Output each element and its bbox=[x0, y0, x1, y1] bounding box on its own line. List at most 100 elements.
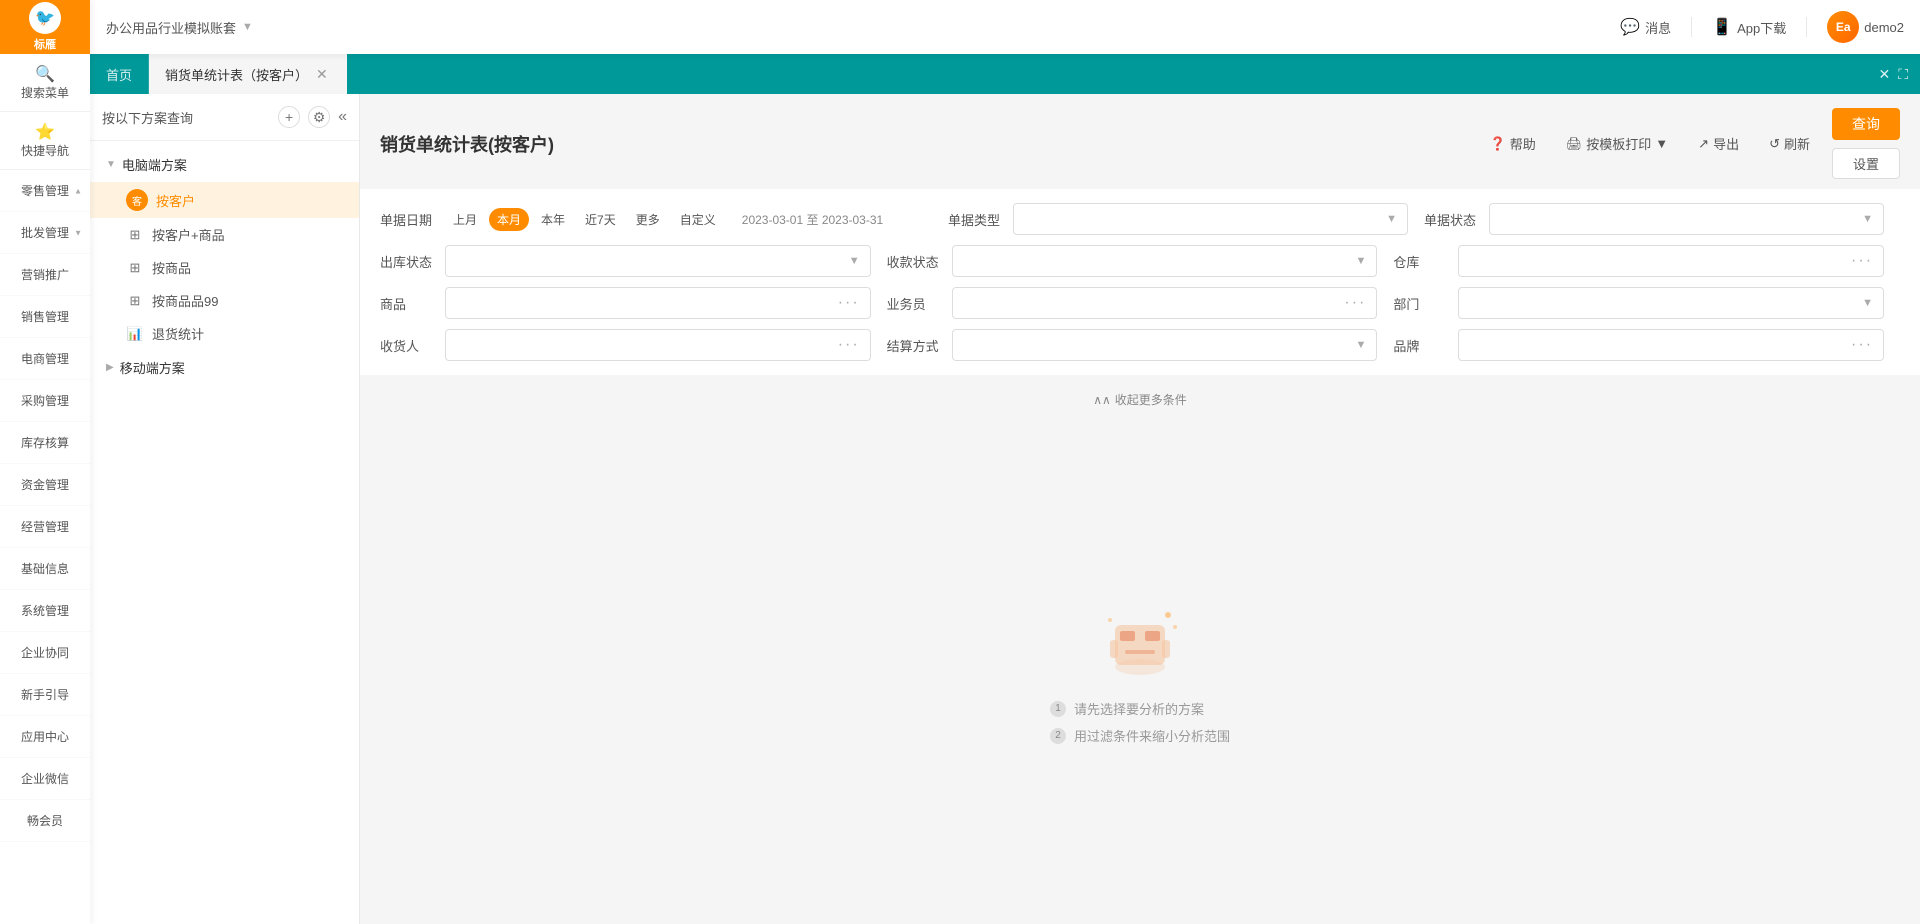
tab-fullscreen-icon[interactable]: ⛶ bbox=[1898, 66, 1908, 83]
add-scheme-button[interactable]: + bbox=[278, 106, 300, 128]
sidebar-item-newbie[interactable]: 新手引导 bbox=[0, 674, 90, 716]
collapse-bar[interactable]: ∧∧ 收起更多条件 bbox=[360, 383, 1920, 416]
salesperson-ellipsis-icon: ··· bbox=[1344, 294, 1366, 312]
shortcut-nav-button[interactable]: ⭐ 快捷导航 bbox=[0, 112, 90, 170]
filter-row-4: 收货人 ··· 结算方式 ▼ 品牌 bbox=[380, 329, 1900, 361]
salesperson-select[interactable]: ··· bbox=[952, 287, 1378, 319]
settings-button[interactable]: 设置 bbox=[1832, 148, 1900, 179]
tree-expand-icon: ▼ bbox=[106, 159, 116, 170]
sidebar-item-wholesale[interactable]: 批发管理 bbox=[0, 212, 90, 254]
tree-item-by-customer-goods[interactable]: ⊞ 按客户+商品 bbox=[90, 218, 359, 251]
sidebar-item-marketing[interactable]: 营销推广 bbox=[0, 254, 90, 296]
salesperson-filter-cell: 业务员 ··· bbox=[887, 287, 1394, 319]
tip-2-text: 用过滤条件来缩小分析范围 bbox=[1074, 726, 1230, 745]
industry-name: 办公用品行业模拟账套 bbox=[106, 18, 236, 37]
sidebar-item-coop[interactable]: 企业协同 bbox=[0, 632, 90, 674]
date-tab-this-month[interactable]: 本月 bbox=[489, 208, 529, 231]
app-download-button[interactable]: 📱 App下载 bbox=[1712, 17, 1786, 37]
sidebar-item-appcenter[interactable]: 应用中心 bbox=[0, 716, 90, 758]
bill-type-select[interactable]: ▼ bbox=[1013, 203, 1408, 235]
sidebar-item-operation[interactable]: 经营管理 bbox=[0, 506, 90, 548]
settle-select[interactable]: ▼ bbox=[952, 329, 1378, 361]
logo-text: 标雁 bbox=[34, 36, 56, 52]
settle-chevron-icon: ▼ bbox=[1355, 339, 1366, 351]
out-status-label: 出库状态 bbox=[380, 252, 435, 271]
date-tab-custom[interactable]: 自定义 bbox=[672, 208, 724, 231]
tree-item-return-stat[interactable]: 📊 退货统计 bbox=[90, 317, 359, 350]
sidebar-item-inventory[interactable]: 库存核算 bbox=[0, 422, 90, 464]
tree-item-by-goods[interactable]: ⊞ 按商品 bbox=[90, 251, 359, 284]
brand-ellipsis-icon: ··· bbox=[1851, 336, 1873, 354]
page-actions: ❓ 帮助 🖨 按模板打印 ▼ ↗ 导出 ↺ 刷新 bbox=[1482, 108, 1900, 179]
tab-home[interactable]: 首页 bbox=[90, 54, 149, 94]
sidebar-item-purchase[interactable]: 采购管理 bbox=[0, 380, 90, 422]
help-icon: ❓ bbox=[1490, 136, 1506, 152]
sidebar-item-wechat[interactable]: 企业微信 bbox=[0, 758, 90, 800]
collect-status-select[interactable]: ▼ bbox=[952, 245, 1378, 277]
dept-select[interactable]: ▼ bbox=[1458, 287, 1884, 319]
edit-scheme-button[interactable]: ⚙ bbox=[308, 106, 330, 128]
export-button[interactable]: ↗ 导出 bbox=[1690, 130, 1747, 157]
industry-selector[interactable]: 办公用品行业模拟账套 ▼ bbox=[106, 18, 1620, 37]
help-button[interactable]: ❓ 帮助 bbox=[1482, 130, 1544, 157]
sidebar-item-system[interactable]: 系统管理 bbox=[0, 590, 90, 632]
refresh-button[interactable]: ↺ 刷新 bbox=[1761, 130, 1818, 157]
collect-status-chevron-icon: ▼ bbox=[1355, 255, 1366, 267]
tree-item-by-goods-label: 按商品 bbox=[152, 258, 191, 277]
sidebar-item-member[interactable]: 畅会员 bbox=[0, 800, 90, 842]
tab-minimize-icon[interactable]: ✕ bbox=[1878, 66, 1890, 83]
tree-parent-mobile[interactable]: ▶ 移动端方案 bbox=[90, 350, 359, 385]
active-scheme-icon: 客 bbox=[126, 189, 148, 211]
template-print-label: 按模板打印 bbox=[1586, 134, 1651, 153]
query-settings-area: 查询 设置 bbox=[1832, 108, 1900, 179]
tree-item-by-goods-99[interactable]: ⊞ 按商品品99 bbox=[90, 284, 359, 317]
bill-status-chevron-icon: ▼ bbox=[1862, 213, 1873, 225]
avatar: Ea bbox=[1827, 11, 1859, 43]
tip-1-number: 1 bbox=[1050, 701, 1066, 717]
tree-item-by-customer-goods-label: 按客户+商品 bbox=[152, 225, 225, 244]
out-status-select[interactable]: ▼ bbox=[445, 245, 871, 277]
message-label: 消息 bbox=[1645, 18, 1671, 37]
sidebar-item-retail[interactable]: 零售管理 bbox=[0, 170, 90, 212]
tab-sales-stat-label: 销货单统计表（按客户） bbox=[165, 65, 308, 84]
bill-status-select[interactable]: ▼ bbox=[1489, 203, 1884, 235]
content-area: 按以下方案查询 + ⚙ « ▼ 电脑端方案 客 按客户 bbox=[90, 94, 1920, 924]
tip-1-text: 请先选择要分析的方案 bbox=[1074, 699, 1204, 718]
topbar-separator2 bbox=[1806, 17, 1807, 37]
sidebar-item-sales[interactable]: 销售管理 bbox=[0, 296, 90, 338]
shortcut-nav-label: 快捷导航 bbox=[21, 144, 69, 158]
empty-illustration bbox=[1090, 595, 1190, 685]
sidebar-item-finance[interactable]: 资金管理 bbox=[0, 464, 90, 506]
sidebar-item-basic[interactable]: 基础信息 bbox=[0, 548, 90, 590]
receiver-ellipsis-icon: ··· bbox=[838, 336, 860, 354]
date-tab-more[interactable]: 更多 bbox=[628, 208, 668, 231]
receiver-select[interactable]: ··· bbox=[445, 329, 871, 361]
tab-close-icon[interactable]: ✕ bbox=[314, 66, 330, 83]
query-button[interactable]: 查询 bbox=[1832, 108, 1900, 140]
collapse-panel-button[interactable]: « bbox=[338, 108, 347, 126]
tree-parent-desktop[interactable]: ▼ 电脑端方案 bbox=[90, 147, 359, 182]
goods-filter-cell: 商品 ··· bbox=[380, 287, 887, 319]
date-tab-last7[interactable]: 近7天 bbox=[577, 208, 624, 231]
scheme-icon3: ⊞ bbox=[126, 292, 144, 310]
date-filter-label: 单据日期 bbox=[380, 210, 435, 229]
tree-item-return-stat-label: 退货统计 bbox=[152, 324, 204, 343]
goods-select[interactable]: ··· bbox=[445, 287, 871, 319]
tree-item-by-customer[interactable]: 客 按客户 bbox=[90, 182, 359, 218]
date-tab-last-month[interactable]: 上月 bbox=[445, 208, 485, 231]
username-label: demo2 bbox=[1864, 20, 1904, 35]
app-download-icon: 📱 bbox=[1712, 17, 1732, 37]
template-print-button[interactable]: 🖨 按模板打印 ▼ bbox=[1558, 130, 1676, 157]
refresh-label: 刷新 bbox=[1784, 134, 1810, 153]
scheme-icon2: ⊞ bbox=[126, 259, 144, 277]
warehouse-select[interactable]: ··· bbox=[1458, 245, 1884, 277]
message-button[interactable]: 💬 消息 bbox=[1620, 17, 1671, 37]
date-tab-this-year[interactable]: 本年 bbox=[533, 208, 573, 231]
empty-state: 1 请先选择要分析的方案 2 用过滤条件来缩小分析范围 bbox=[360, 416, 1920, 924]
brand-select[interactable]: ··· bbox=[1458, 329, 1884, 361]
search-menu-button[interactable]: 🔍 搜索菜单 bbox=[0, 54, 90, 112]
help-label: 帮助 bbox=[1510, 134, 1536, 153]
tab-sales-stat[interactable]: 销货单统计表（按客户） ✕ bbox=[149, 54, 347, 94]
sidebar-item-ecom[interactable]: 电商管理 bbox=[0, 338, 90, 380]
user-menu-button[interactable]: Ea demo2 bbox=[1827, 11, 1904, 43]
